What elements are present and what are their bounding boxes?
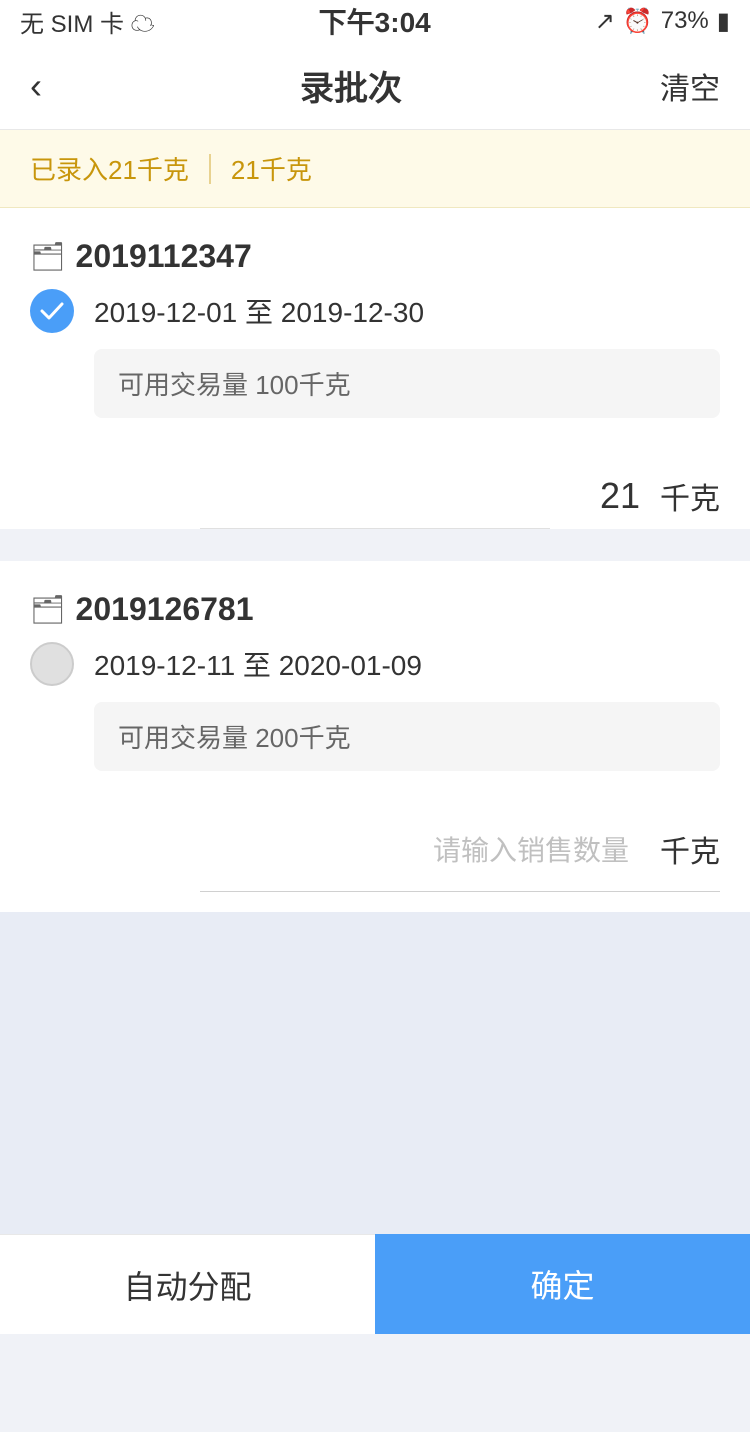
- battery-icon: ▮: [717, 7, 730, 36]
- batch2-number: 2019126781: [76, 591, 254, 628]
- batch2-qty-input[interactable]: [30, 831, 644, 868]
- status-bar: 无 SIM 卡 ☁ 下午3:04 ↗ ⏰ 73% ▮: [0, 0, 750, 42]
- page-title: 录批次: [300, 61, 402, 110]
- location-icon: ↗: [595, 7, 615, 36]
- alarm-icon: ⏰: [623, 7, 653, 36]
- batch1-date-row[interactable]: 2019-12-01 至 2019-12-30: [30, 289, 720, 333]
- auto-distribute-button[interactable]: 自动分配: [0, 1234, 375, 1334]
- batch1-date: 2019-12-01 至 2019-12-30: [94, 291, 424, 331]
- banner-divider: [209, 154, 211, 184]
- batch1-divider: [200, 528, 550, 529]
- batch2-unit: 千克: [660, 827, 720, 871]
- page: 无 SIM 卡 ☁ 下午3:04 ↗ ⏰ 73% ▮ ‹ 录批次 清空 已录入2…: [0, 0, 750, 1432]
- clear-button[interactable]: 清空: [660, 64, 720, 108]
- batch1-amount-row: 21 千克: [0, 454, 750, 518]
- battery-text: 73%: [661, 7, 709, 35]
- batch1-amount-value: 21: [600, 475, 640, 517]
- nav-bar: ‹ 录批次 清空: [0, 42, 750, 130]
- batch1-header: 🗂 2019112347: [30, 238, 720, 275]
- sim-status: 无 SIM 卡 ☁: [20, 4, 155, 39]
- batch1-info: 🗂 2019112347 2019-12-01 至 2019-12-30 可用交…: [0, 208, 750, 454]
- confirm-button[interactable]: 确定: [375, 1234, 750, 1334]
- batch1-icon: 🗂: [30, 240, 66, 273]
- bottom-bar: 自动分配 确定: [0, 1234, 750, 1334]
- info-banner: 已录入21千克 21千克: [0, 130, 750, 208]
- batch2-available: 可用交易量 200千克: [94, 702, 720, 771]
- section-divider: [0, 545, 750, 561]
- batch2-input-row[interactable]: 千克: [0, 807, 750, 891]
- batch2-bottom-pad: [0, 892, 750, 912]
- status-left: 无 SIM 卡 ☁: [20, 4, 155, 39]
- total-amount: 21千克: [231, 150, 312, 187]
- status-time: 下午3:04: [319, 1, 431, 41]
- back-button[interactable]: ‹: [30, 65, 42, 107]
- batch2-radio[interactable]: [30, 642, 74, 686]
- batch2-info: 🗂 2019126781 2019-12-11 至 2020-01-09 可用交…: [0, 561, 750, 807]
- status-right: ↗ ⏰ 73% ▮: [595, 7, 730, 36]
- batch2-date: 2019-12-11 至 2020-01-09: [94, 644, 422, 684]
- batch2-header: 🗂 2019126781: [30, 591, 720, 628]
- batch1-available: 可用交易量 100千克: [94, 349, 720, 418]
- recorded-amount: 已录入21千克: [30, 150, 189, 187]
- batch1-number: 2019112347: [76, 238, 252, 275]
- batch1-radio[interactable]: [30, 289, 74, 333]
- batch1-card: 🗂 2019112347 2019-12-01 至 2019-12-30 可用交…: [0, 208, 750, 529]
- batch1-amount-unit: 千克: [660, 474, 720, 518]
- batch2-icon: 🗂: [30, 593, 66, 626]
- batch2-date-row[interactable]: 2019-12-11 至 2020-01-09: [30, 642, 720, 686]
- batch2-card: 🗂 2019126781 2019-12-11 至 2020-01-09 可用交…: [0, 561, 750, 912]
